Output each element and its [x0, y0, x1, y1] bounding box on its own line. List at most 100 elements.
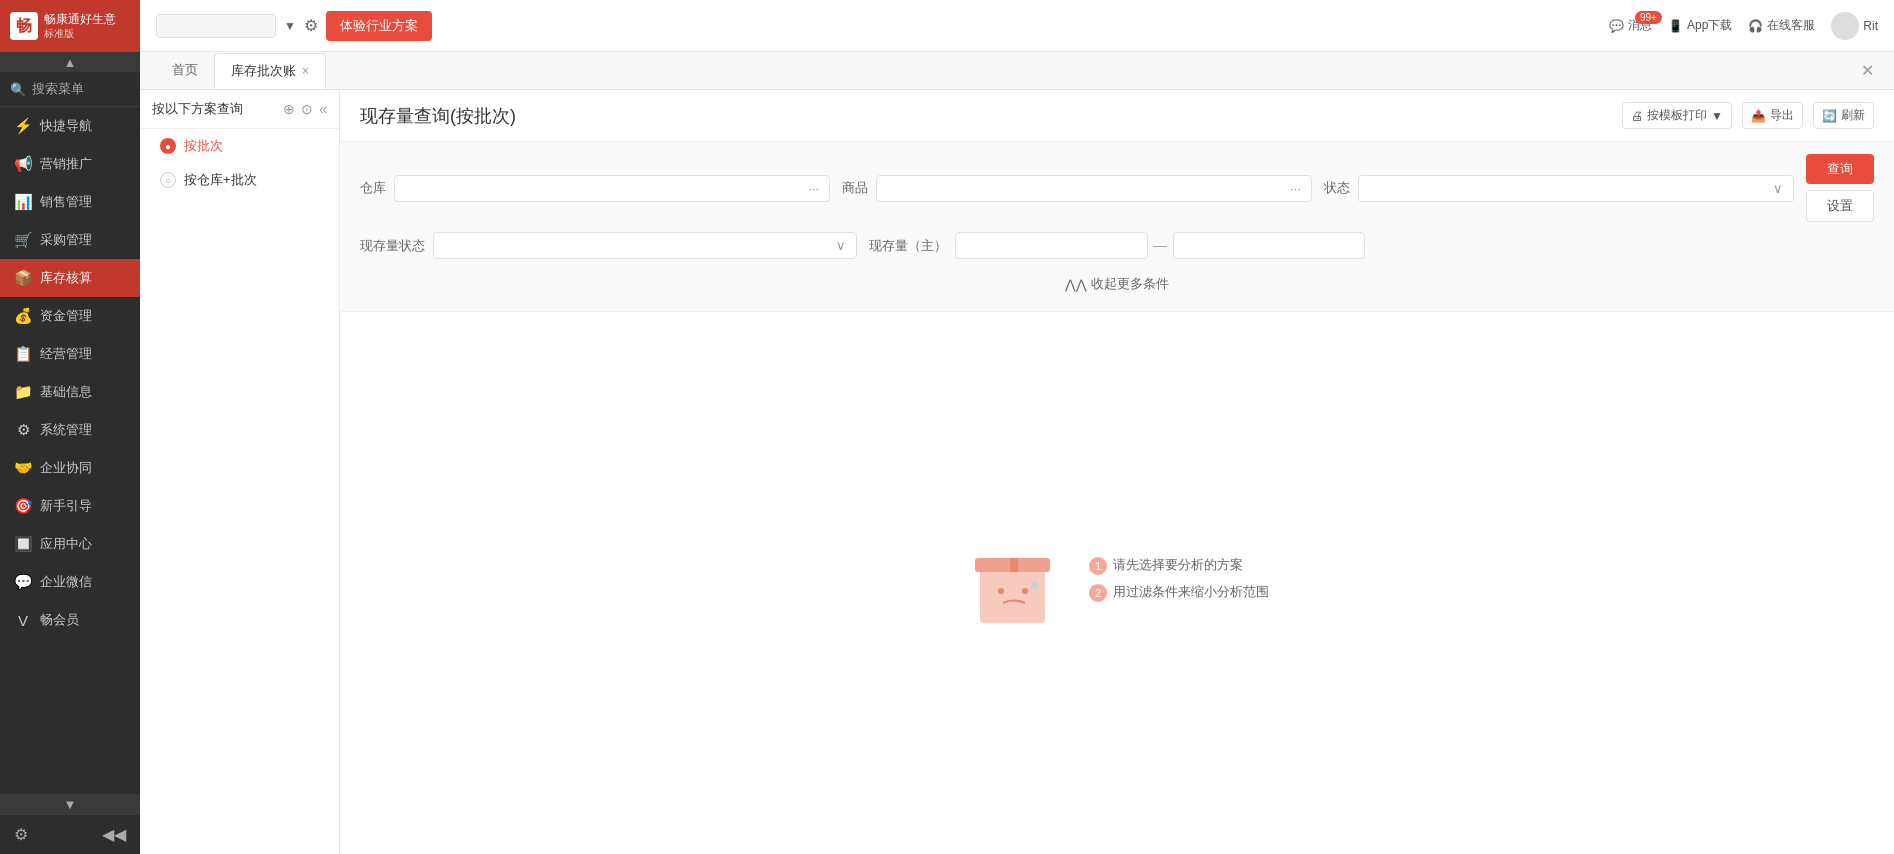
sidebar-scroll-up[interactable]: ▲ [0, 52, 140, 72]
sidebar-item-marketing[interactable]: 📢 营销推广 [0, 145, 140, 183]
plan-active-indicator: ● [160, 138, 176, 154]
stock-status-select[interactable]: ∨ [433, 232, 857, 259]
refresh-button[interactable]: 🔄 刷新 [1813, 102, 1874, 129]
empty-hint-1: 1 请先选择要分析的方案 [1089, 556, 1269, 575]
tab-home[interactable]: 首页 [156, 53, 214, 89]
topbar-dropdown-btn[interactable]: ▼ [284, 19, 296, 33]
topbar-search-input[interactable] [156, 14, 276, 38]
user-avatar [1831, 12, 1859, 40]
topbar-right: 💬 消息 99+ 📱 App下载 🎧 在线客服 Rit [1609, 12, 1878, 40]
sidebar-item-wechat[interactable]: 💬 企业微信 [0, 563, 140, 601]
sidebar-item-system[interactable]: ⚙ 系统管理 [0, 411, 140, 449]
app-center-icon: 🔲 [14, 535, 32, 553]
page-header: 现存量查询(按批次) 🖨 按模板打印 ▼ 📤 导出 🔄 刷新 [340, 90, 1894, 142]
plan-inactive-indicator: ○ [160, 172, 176, 188]
sidebar-item-quick-nav[interactable]: ⚡ 快捷导航 [0, 107, 140, 145]
hint-num-1: 1 [1089, 557, 1107, 575]
print-dropdown-icon[interactable]: ▼ [1711, 109, 1723, 123]
status-select[interactable]: ∨ [1358, 175, 1794, 202]
sidebar-scroll-down[interactable]: ▼ [0, 794, 140, 814]
sidebar-item-finance[interactable]: 💰 资金管理 [0, 297, 140, 335]
experience-button[interactable]: 体验行业方案 [326, 11, 432, 41]
inventory-icon: 📦 [14, 269, 32, 287]
app-download-label: App下载 [1687, 17, 1732, 34]
sidebar-item-inventory[interactable]: 📦 库存核算 [0, 259, 140, 297]
empty-hint-2: 2 用过滤条件来缩小分析范围 [1089, 583, 1269, 602]
marketing-icon: 📢 [14, 155, 32, 173]
content-area: 按以下方案查询 ⊕ ⊙ « ● 按批次 ○ 按仓库+批次 现存量查询(按批次) [140, 90, 1894, 854]
plan-item-by-warehouse-batch[interactable]: ○ 按仓库+批次 [140, 163, 339, 197]
plan-item-by-batch[interactable]: ● 按批次 [140, 129, 339, 163]
svg-rect-2 [1010, 558, 1018, 572]
business-icon: 📋 [14, 345, 32, 363]
purchase-label: 采购管理 [40, 231, 92, 249]
sidebar-item-basic[interactable]: 📁 基础信息 [0, 373, 140, 411]
app-center-label: 应用中心 [40, 535, 92, 553]
user-item[interactable]: Rit [1831, 12, 1878, 40]
query-button[interactable]: 查询 [1806, 154, 1874, 184]
add-plan-icon[interactable]: ⊕ [283, 101, 295, 117]
enterprise-icon: 🤝 [14, 459, 32, 477]
left-panel: 按以下方案查询 ⊕ ⊙ « ● 按批次 ○ 按仓库+批次 [140, 90, 340, 854]
search-icon: 🔍 [10, 82, 26, 97]
topbar-gear-icon[interactable]: ⚙ [304, 16, 318, 35]
stock-qty-separator: — [1154, 238, 1167, 253]
online-service-item[interactable]: 🎧 在线客服 [1748, 17, 1815, 34]
vip-label: 畅会员 [40, 611, 79, 629]
user-name: Rit [1863, 19, 1878, 33]
goods-input[interactable]: ··· [876, 175, 1312, 202]
collapse-left-panel-icon[interactable]: « [319, 101, 327, 117]
message-icon: 💬 [1609, 19, 1624, 33]
refresh-icon: 🔄 [1822, 109, 1837, 123]
stock-status-label: 现存量状态 [360, 237, 425, 255]
sidebar-item-enterprise[interactable]: 🤝 企业协同 [0, 449, 140, 487]
print-template-button[interactable]: 🖨 按模板打印 ▼ [1622, 102, 1732, 129]
close-all-tabs-icon[interactable]: ✕ [1857, 57, 1878, 84]
warehouse-more-icon[interactable]: ··· [808, 181, 819, 196]
finance-icon: 💰 [14, 307, 32, 325]
hint-text-2: 用过滤条件来缩小分析范围 [1113, 583, 1269, 601]
message-badge: 99+ [1635, 11, 1662, 24]
svg-rect-0 [980, 568, 1045, 623]
goods-more-icon[interactable]: ··· [1290, 181, 1301, 196]
tab-inventory-batch[interactable]: 库存批次账 × [214, 53, 326, 89]
print-icon: 🖨 [1631, 109, 1643, 123]
export-button[interactable]: 📤 导出 [1742, 102, 1803, 129]
tab-close-icon[interactable]: × [302, 64, 309, 78]
message-icon-item[interactable]: 💬 消息 99+ [1609, 17, 1652, 34]
collapse-more-btn[interactable]: ⋀⋀ 收起更多条件 [360, 269, 1874, 299]
collapse-sidebar-icon[interactable]: ◀◀ [102, 825, 126, 844]
stock-qty-min-input[interactable] [955, 232, 1148, 259]
filter-area: 仓库 ··· 商品 ··· 状态 [340, 142, 1894, 312]
sidebar: 畅 畅康通好生意 标准版 ▲ 🔍 搜索菜单 ⚡ 快捷导航 📢 营销推广 📊 销售… [0, 0, 140, 854]
plan-by-warehouse-batch-label: 按仓库+批次 [184, 171, 257, 189]
sidebar-item-purchase[interactable]: 🛒 采购管理 [0, 221, 140, 259]
hint-num-2: 2 [1089, 584, 1107, 602]
quick-nav-label: 快捷导航 [40, 117, 92, 135]
mobile-icon: 📱 [1668, 19, 1683, 33]
sidebar-item-vip[interactable]: V 畅会员 [0, 601, 140, 639]
settings-button[interactable]: 设置 [1806, 190, 1874, 222]
warehouse-input[interactable]: ··· [394, 175, 830, 202]
goods-label: 商品 [842, 179, 868, 197]
sidebar-nav: ⚡ 快捷导航 📢 营销推广 📊 销售管理 🛒 采购管理 📦 库存核算 💰 资金管… [0, 107, 140, 794]
settings-plan-icon[interactable]: ⊙ [301, 101, 313, 117]
stock-qty-max-input[interactable] [1173, 232, 1366, 259]
refresh-label: 刷新 [1841, 107, 1865, 124]
settings-icon[interactable]: ⚙ [14, 825, 28, 844]
topbar: ▼ ⚙ 体验行业方案 💬 消息 99+ 📱 App下载 🎧 在线客服 Rit [140, 0, 1894, 52]
export-icon: 📤 [1751, 109, 1766, 123]
sidebar-item-business[interactable]: 📋 经营管理 [0, 335, 140, 373]
inventory-label: 库存核算 [40, 269, 92, 287]
sidebar-search[interactable]: 🔍 搜索菜单 [0, 72, 140, 107]
app-download-item[interactable]: 📱 App下载 [1668, 17, 1732, 34]
quick-nav-icon: ⚡ [14, 117, 32, 135]
sidebar-item-app-center[interactable]: 🔲 应用中心 [0, 525, 140, 563]
stock-qty-label: 现存量（主） [869, 237, 947, 255]
sidebar-item-sales[interactable]: 📊 销售管理 [0, 183, 140, 221]
tab-inventory-batch-label: 库存批次账 [231, 62, 296, 80]
status-field: 状态 ∨ [1324, 175, 1794, 202]
hint-text-1: 请先选择要分析的方案 [1113, 556, 1243, 574]
sidebar-item-newbie[interactable]: 🎯 新手引导 [0, 487, 140, 525]
search-label: 搜索菜单 [32, 80, 84, 98]
